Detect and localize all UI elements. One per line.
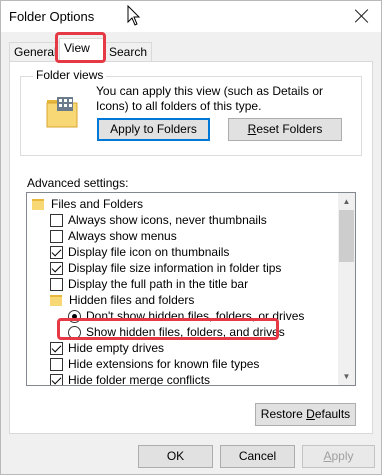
tree-item-dont-show-hidden[interactable]: Don't show hidden files, folders, or dri… xyxy=(68,308,304,324)
advanced-settings-tree[interactable]: Files and Folders Always show icons, nev… xyxy=(26,192,356,386)
apply-hotkey: A xyxy=(323,449,332,463)
tree-item-display-full-path[interactable]: Display the full path in the title bar xyxy=(50,276,248,292)
reset-folders-hotkey: R xyxy=(247,122,257,136)
tree-item-hide-extensions[interactable]: Hide extensions for known file types xyxy=(50,356,259,372)
tree-item-label: Hidden files and folders xyxy=(69,293,195,307)
checkbox[interactable] xyxy=(50,229,63,243)
close-icon[interactable] xyxy=(353,7,371,25)
reset-folders-button[interactable]: Reset Folders xyxy=(228,118,342,141)
tree-item-hidden-files-and-folders[interactable]: Hidden files and folders xyxy=(50,292,194,308)
tree-item-hide-merge-conflicts[interactable]: Hide folder merge conflicts xyxy=(50,372,211,386)
tree-item-label: Display file size information in folder … xyxy=(68,261,282,275)
checkbox[interactable] xyxy=(50,213,63,227)
restore-defaults-label-rest: efaults xyxy=(314,407,351,421)
scroll-down-icon[interactable]: ▼ xyxy=(338,368,355,385)
restore-defaults-button[interactable]: Restore Defaults xyxy=(255,403,356,426)
tree-item-label: Hide empty drives xyxy=(68,341,165,355)
tree-item-label: Hide folder merge conflicts xyxy=(68,373,211,386)
folder-icon xyxy=(50,294,62,306)
tab-view[interactable]: View xyxy=(59,38,104,62)
title-bar: Folder Options xyxy=(1,1,381,32)
tree-item-show-hidden[interactable]: Show hidden files, folders, and drives xyxy=(68,324,285,340)
folder-icon xyxy=(32,198,44,210)
reset-folders-label: eset Folders xyxy=(256,122,323,136)
checkbox[interactable] xyxy=(50,245,63,259)
scroll-up-icon[interactable]: ▲ xyxy=(338,193,355,210)
vertical-scrollbar[interactable]: ▲ ▼ xyxy=(338,193,355,385)
checkbox[interactable] xyxy=(50,341,63,355)
folder-views-description: You can apply this view (such as Details… xyxy=(96,84,324,113)
scrollbar-thumb[interactable] xyxy=(339,210,354,262)
ok-button[interactable]: OK xyxy=(138,445,213,468)
tree-item-display-file-icon[interactable]: Display file icon on thumbnails xyxy=(50,244,229,260)
tree-item-label: Hide extensions for known file types xyxy=(68,357,260,371)
radio-button[interactable] xyxy=(68,325,81,339)
tree-item-label: Display the full path in the title bar xyxy=(68,277,249,291)
tree-item-label: Display file icon on thumbnails xyxy=(68,245,230,259)
mouse-cursor-icon xyxy=(127,5,141,26)
tree-item-files-and-folders[interactable]: Files and Folders xyxy=(32,196,143,212)
folder-options-dialog: Folder Options General View Search Folde… xyxy=(0,0,382,475)
radio-button[interactable] xyxy=(68,309,81,323)
tree-item-label: Always show icons, never thumbnails xyxy=(68,213,267,227)
apply-to-folders-label: Apply to Folders xyxy=(110,122,197,136)
window-title: Folder Options xyxy=(9,9,95,24)
folder-views-label: Folder views xyxy=(33,68,107,82)
apply-button[interactable]: Apply xyxy=(302,445,375,468)
tree-item-always-show-icons[interactable]: Always show icons, never thumbnails xyxy=(50,212,267,228)
checkbox[interactable] xyxy=(50,277,63,291)
tree-item-hide-empty-drives[interactable]: Hide empty drives xyxy=(50,340,164,356)
apply-to-folders-button[interactable]: Apply to Folders xyxy=(97,118,210,141)
checkbox[interactable] xyxy=(50,357,63,371)
checkbox[interactable] xyxy=(50,261,63,275)
advanced-settings-label: Advanced settings: xyxy=(27,176,129,190)
tab-search[interactable]: Search xyxy=(104,42,153,61)
tree-item-display-file-size[interactable]: Display file size information in folder … xyxy=(50,260,281,276)
tree-item-label: Show hidden files, folders, and drives xyxy=(86,325,285,339)
restore-defaults-hotkey: D xyxy=(306,407,315,421)
tree-item-label: Always show menus xyxy=(68,229,177,243)
cancel-button[interactable]: Cancel xyxy=(220,445,295,468)
apply-label: pply xyxy=(331,449,354,463)
tab-general[interactable]: General xyxy=(9,42,62,61)
folder-views-icon xyxy=(46,97,78,128)
tree-item-label: Don't show hidden files, folders, or dri… xyxy=(86,309,305,323)
tree-item-always-show-menus[interactable]: Always show menus xyxy=(50,228,177,244)
tree-item-label: Files and Folders xyxy=(51,197,144,211)
restore-defaults-label-pre: Restore xyxy=(260,407,307,421)
checkbox[interactable] xyxy=(50,373,63,385)
